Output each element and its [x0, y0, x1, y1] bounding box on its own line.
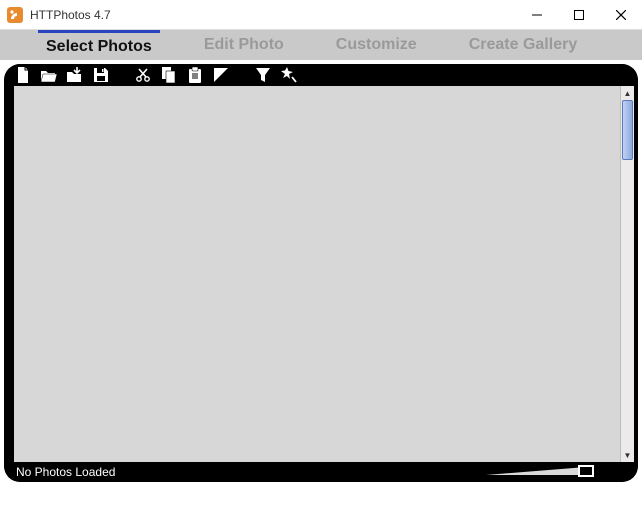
tab-select-photos[interactable]: Select Photos	[38, 30, 160, 60]
status-text: No Photos Loaded	[16, 465, 115, 479]
import-icon[interactable]	[66, 66, 84, 84]
zoom-slider[interactable]	[486, 471, 586, 473]
new-file-icon[interactable]	[14, 66, 32, 84]
open-folder-icon[interactable]	[40, 66, 58, 84]
vertical-scrollbar[interactable]: ▲ ▼	[620, 86, 634, 462]
contrast-icon[interactable]	[212, 66, 230, 84]
minimize-button[interactable]	[516, 1, 558, 29]
scroll-down-icon[interactable]: ▼	[621, 448, 634, 462]
toolbar	[4, 64, 638, 86]
photo-canvas	[14, 86, 620, 462]
status-bar: No Photos Loaded	[4, 462, 638, 482]
cut-icon[interactable]	[134, 66, 152, 84]
tab-create-gallery[interactable]: Create Gallery	[461, 30, 586, 60]
maximize-button[interactable]	[558, 1, 600, 29]
scroll-up-icon[interactable]: ▲	[621, 86, 634, 100]
app-title: HTTPhotos 4.7	[30, 8, 111, 22]
filter-icon[interactable]	[254, 66, 272, 84]
titlebar: HTTPhotos 4.7	[0, 0, 642, 30]
scroll-thumb[interactable]	[622, 100, 633, 160]
save-icon[interactable]	[92, 66, 110, 84]
zoom-slider-thumb[interactable]	[578, 465, 594, 477]
effects-icon[interactable]	[280, 66, 298, 84]
content-frame: ▲ ▼ No Photos Loaded	[4, 64, 638, 482]
scroll-track[interactable]	[621, 100, 634, 448]
tab-bar: Select Photos Edit Photo Customize Creat…	[0, 30, 642, 60]
tab-edit-photo[interactable]: Edit Photo	[196, 30, 292, 60]
close-button[interactable]	[600, 1, 642, 29]
app-icon	[6, 6, 24, 24]
copy-icon[interactable]	[160, 66, 178, 84]
paste-icon[interactable]	[186, 66, 204, 84]
tab-customize[interactable]: Customize	[328, 30, 425, 60]
